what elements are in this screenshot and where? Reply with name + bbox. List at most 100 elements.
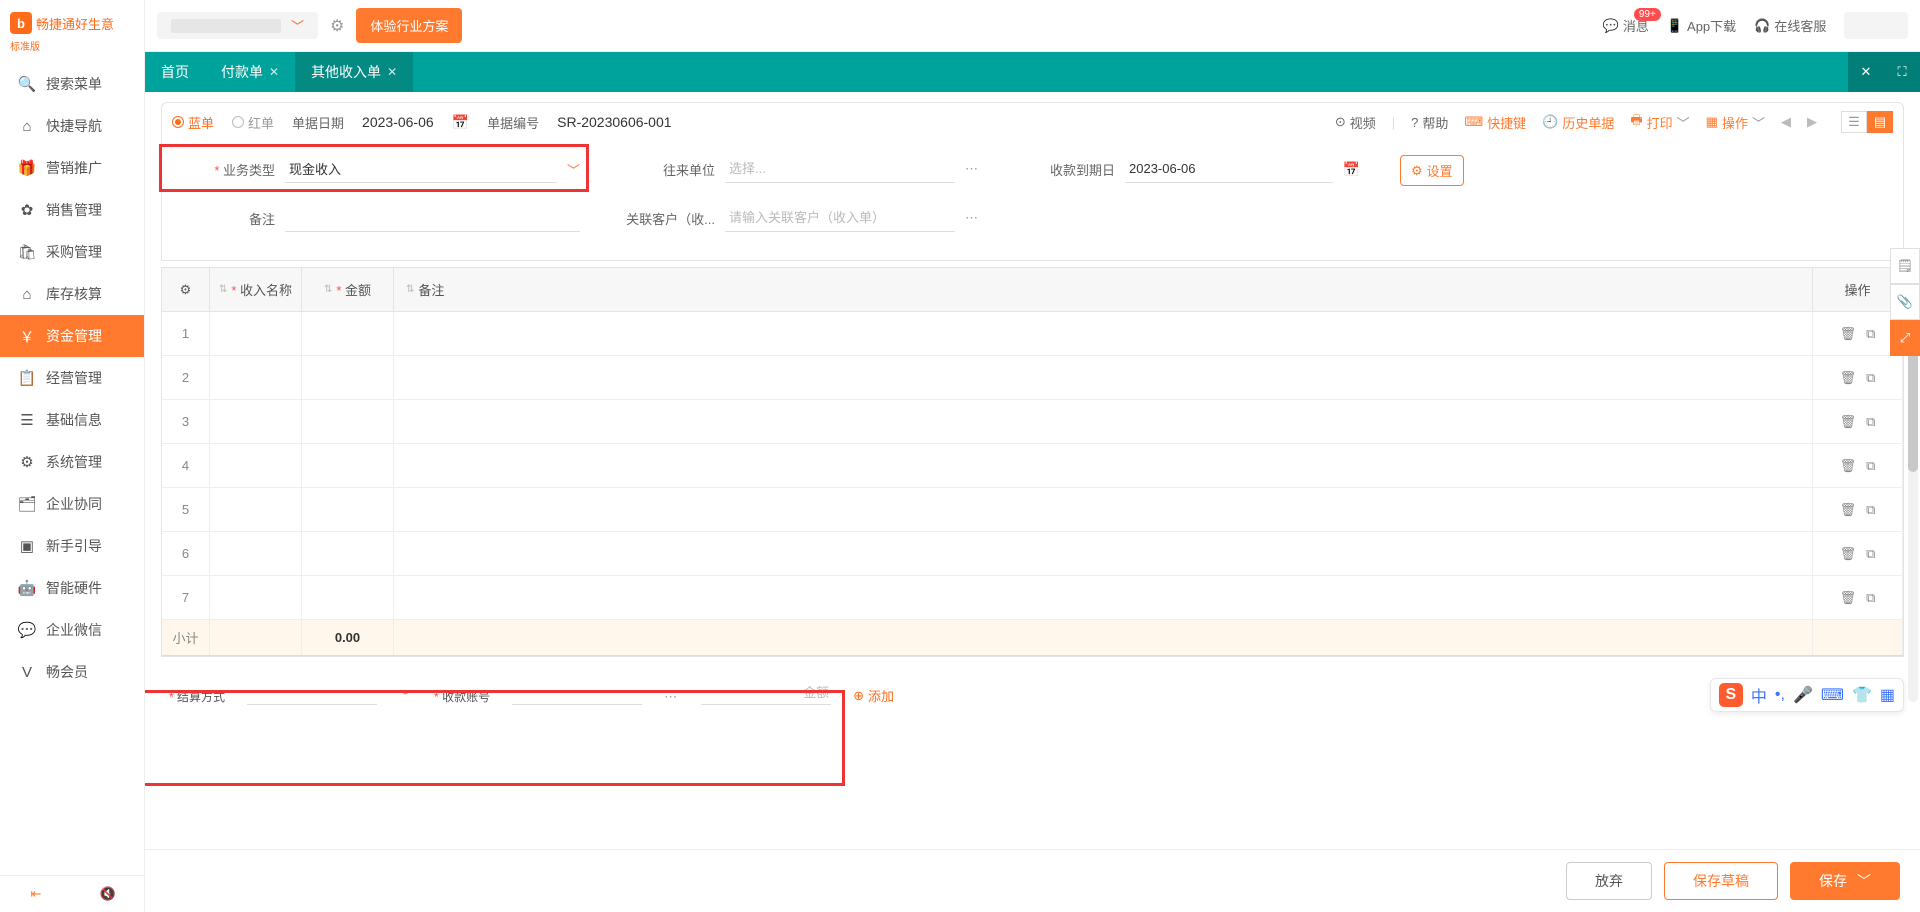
- cell-income-name[interactable]: [210, 312, 302, 355]
- cell-income-name[interactable]: [210, 532, 302, 575]
- table-row[interactable]: 5🗑⧉: [162, 488, 1903, 532]
- copy-icon[interactable]: ⧉: [1866, 326, 1875, 342]
- col-remark[interactable]: ⇅备注: [394, 268, 1813, 311]
- cell-remark[interactable]: [394, 576, 1813, 619]
- cell-amount[interactable]: [302, 312, 394, 355]
- header-config-icon[interactable]: ⚙: [162, 268, 210, 311]
- table-row[interactable]: 6🗑⧉: [162, 532, 1903, 576]
- ime-toolbar[interactable]: S 中 •, 🎤 ⌨ 👕 ▦: [1710, 678, 1904, 712]
- cell-amount[interactable]: [302, 400, 394, 443]
- cell-remark[interactable]: [394, 356, 1813, 399]
- delete-icon[interactable]: 🗑: [1840, 502, 1857, 518]
- copy-icon[interactable]: ⧉: [1866, 370, 1875, 386]
- cell-income-name[interactable]: [210, 576, 302, 619]
- biz-type-input[interactable]: [285, 155, 557, 183]
- close-all-icon[interactable]: ✕: [1848, 52, 1884, 92]
- video-link[interactable]: ⊙视频: [1335, 113, 1376, 132]
- chevron-down-icon[interactable]: ﹀: [399, 686, 412, 705]
- ime-tool-icon[interactable]: ▦: [1880, 685, 1895, 705]
- cell-remark[interactable]: [394, 532, 1813, 575]
- ime-keyboard-icon[interactable]: ⌨: [1821, 685, 1844, 705]
- cell-income-name[interactable]: [210, 400, 302, 443]
- party-input[interactable]: [725, 155, 955, 183]
- delete-icon[interactable]: 🗑: [1840, 590, 1857, 606]
- history-link[interactable]: 🕘历史单据: [1542, 113, 1614, 132]
- settings-button[interactable]: ⚙设置: [1400, 155, 1464, 186]
- collapse-icon[interactable]: ⇤: [0, 876, 72, 912]
- nav-purchase[interactable]: 🛍采购管理: [0, 231, 144, 273]
- ime-punct-icon[interactable]: •,: [1775, 686, 1785, 704]
- org-selector[interactable]: ﹀: [157, 12, 318, 39]
- ime-skin-icon[interactable]: 👕: [1852, 685, 1872, 705]
- doc-date-value[interactable]: 2023-06-06: [362, 114, 434, 130]
- radio-blue[interactable]: 蓝单: [172, 113, 214, 132]
- nav-search[interactable]: 🔍搜索菜单: [0, 63, 144, 105]
- copy-icon[interactable]: ⧉: [1866, 590, 1875, 606]
- table-row[interactable]: 2🗑⧉: [162, 356, 1903, 400]
- shortcut-link[interactable]: ⌨快捷键: [1464, 113, 1526, 132]
- customer-service[interactable]: 🎧在线客服: [1754, 16, 1826, 35]
- nav-guide[interactable]: ▣新手引导: [0, 525, 144, 567]
- tab-other-income[interactable]: 其他收入单✕: [295, 52, 413, 92]
- nav-marketing[interactable]: 🎁营销推广: [0, 147, 144, 189]
- attach-icon[interactable]: 📎: [1890, 284, 1920, 320]
- cell-income-name[interactable]: [210, 356, 302, 399]
- cell-amount[interactable]: [302, 576, 394, 619]
- add-settle-button[interactable]: ⊕添加: [853, 686, 894, 705]
- next-icon[interactable]: ▶: [1807, 114, 1817, 130]
- nav-funds[interactable]: ￥资金管理: [0, 315, 144, 357]
- due-date-input[interactable]: [1125, 155, 1333, 183]
- copy-icon[interactable]: ⧉: [1866, 414, 1875, 430]
- receipt-account-input[interactable]: [512, 681, 642, 705]
- cell-remark[interactable]: [394, 312, 1813, 355]
- close-icon[interactable]: ✕: [387, 65, 397, 79]
- nav-business[interactable]: 📋经营管理: [0, 357, 144, 399]
- settle-amount-input[interactable]: [701, 681, 831, 705]
- scrollbar-thumb[interactable]: [1908, 342, 1918, 472]
- help-link[interactable]: ?帮助: [1411, 113, 1448, 132]
- col-income-name[interactable]: ⇅收入名称: [210, 268, 302, 311]
- expand-icon[interactable]: ⤢: [1890, 320, 1920, 356]
- delete-icon[interactable]: 🗑: [1840, 370, 1857, 386]
- ops-link[interactable]: ▦操作﹀: [1706, 113, 1765, 132]
- radio-red[interactable]: 红单: [232, 113, 274, 132]
- delete-icon[interactable]: 🗑: [1840, 458, 1857, 474]
- view-card-icon[interactable]: ▤: [1867, 111, 1893, 133]
- copy-icon[interactable]: ⧉: [1866, 458, 1875, 474]
- app-download[interactable]: 📱App下载: [1667, 16, 1736, 35]
- nav-member[interactable]: V畅会员: [0, 651, 144, 693]
- delete-icon[interactable]: 🗑: [1840, 414, 1857, 430]
- prev-icon[interactable]: ◀: [1781, 114, 1791, 130]
- messages[interactable]: 💬消息99+: [1603, 16, 1649, 35]
- cell-remark[interactable]: [394, 444, 1813, 487]
- table-row[interactable]: 1🗑⧉: [162, 312, 1903, 356]
- ime-lang[interactable]: 中: [1751, 683, 1767, 707]
- cell-income-name[interactable]: [210, 444, 302, 487]
- cell-remark[interactable]: [394, 400, 1813, 443]
- discard-button[interactable]: 放弃: [1566, 862, 1652, 900]
- calendar-icon[interactable]: 📅: [452, 114, 469, 131]
- nav-sales[interactable]: ✿销售管理: [0, 189, 144, 231]
- cell-amount[interactable]: [302, 356, 394, 399]
- close-icon[interactable]: ✕: [269, 65, 279, 79]
- relate-input[interactable]: [725, 204, 955, 232]
- save-button[interactable]: 保存﹀: [1790, 862, 1900, 900]
- nav-wework[interactable]: 💬企业微信: [0, 609, 144, 651]
- remark-input[interactable]: [285, 204, 580, 232]
- copy-icon[interactable]: ⧉: [1866, 502, 1875, 518]
- print-link[interactable]: 🖶打印﹀: [1630, 111, 1689, 133]
- table-row[interactable]: 4🗑⧉: [162, 444, 1903, 488]
- cell-remark[interactable]: [394, 488, 1813, 531]
- settings-icon[interactable]: ⚙: [330, 16, 344, 36]
- cell-amount[interactable]: [302, 488, 394, 531]
- save-draft-button[interactable]: 保存草稿: [1664, 862, 1778, 900]
- col-amount[interactable]: ⇅金额: [302, 268, 394, 311]
- nav-hardware[interactable]: 🤖智能硬件: [0, 567, 144, 609]
- trial-button[interactable]: 体验行业方案: [356, 8, 462, 43]
- nav-collab[interactable]: 🗂企业协同: [0, 483, 144, 525]
- fullscreen-icon[interactable]: ⛶: [1884, 52, 1920, 92]
- calendar-icon[interactable]: 📅: [1343, 161, 1360, 178]
- user-avatar[interactable]: [1844, 12, 1908, 39]
- more-icon[interactable]: ⋯: [664, 689, 679, 705]
- table-row[interactable]: 3🗑⧉: [162, 400, 1903, 444]
